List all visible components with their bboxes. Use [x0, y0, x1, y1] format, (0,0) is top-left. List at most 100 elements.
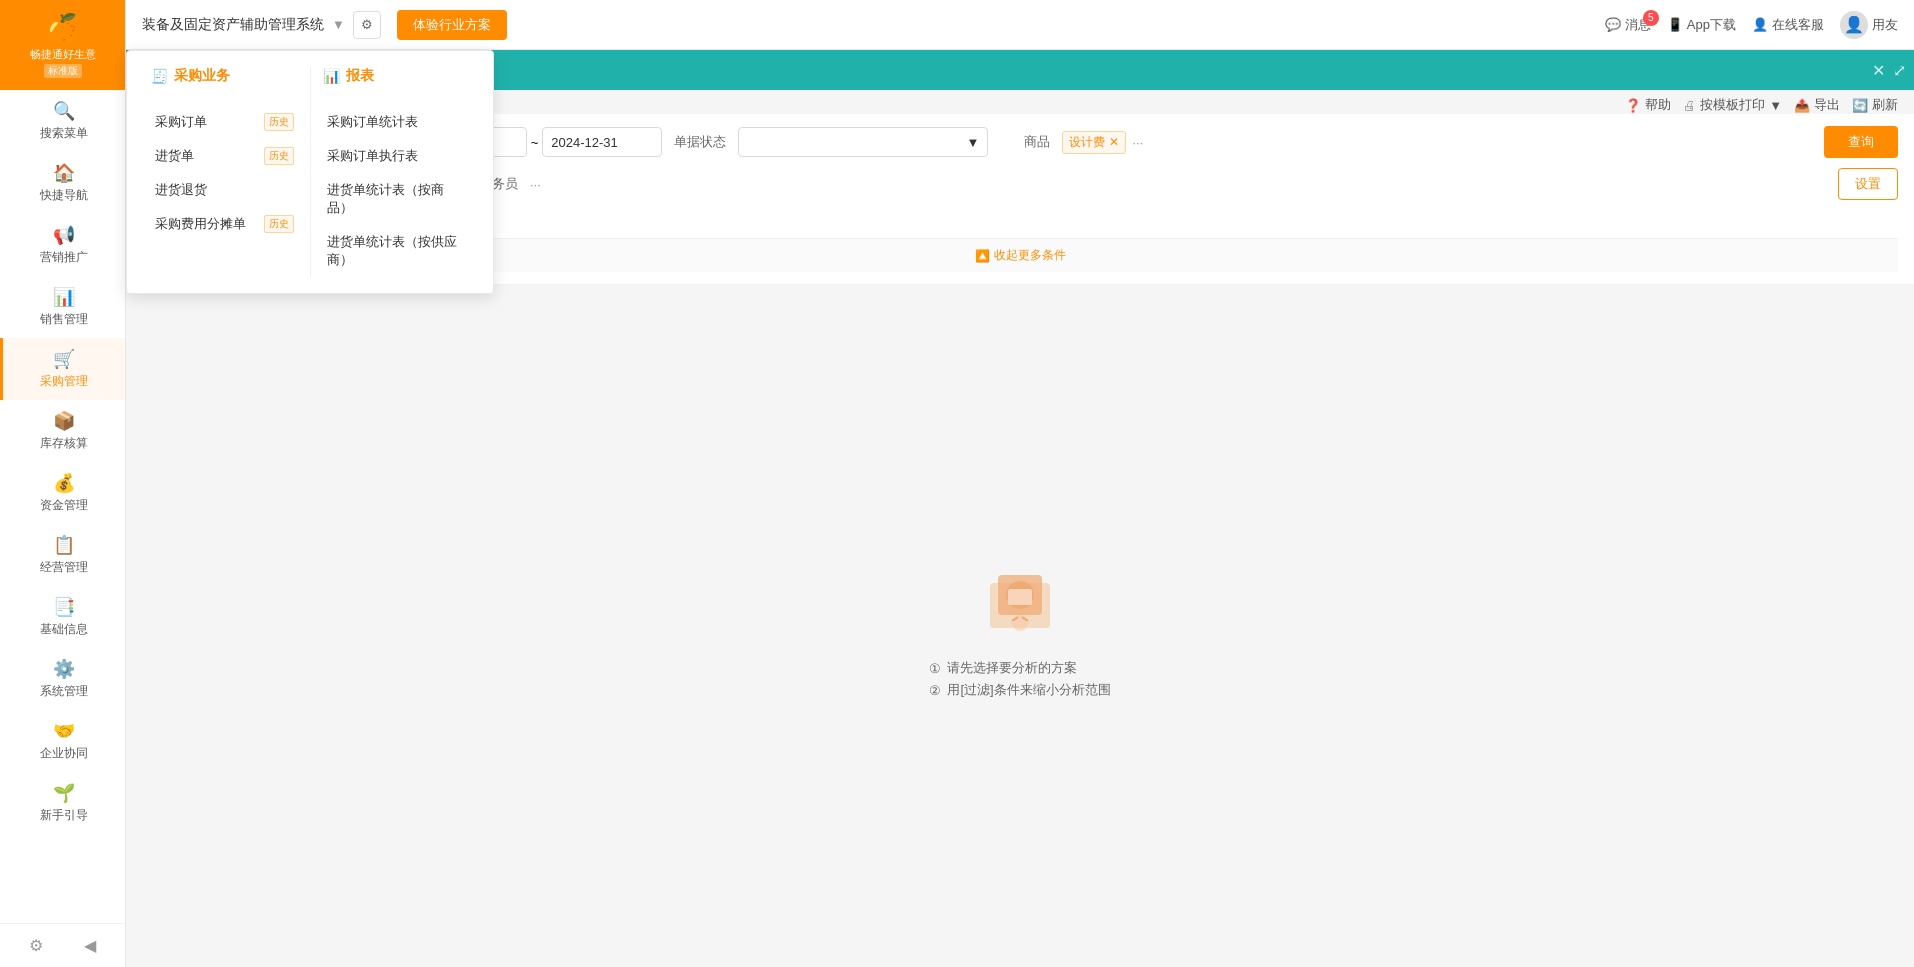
dropdown-item-purchase-expense[interactable]: 采购费用分摊单 历史 — [151, 207, 298, 241]
dropdown-item-inbound-stat-goods[interactable]: 进货单统计表（按商品） — [323, 173, 470, 225]
service-icon: 👤 — [1752, 17, 1768, 32]
inventory-icon: 📦 — [53, 410, 75, 432]
dropdown-item-purchase-order-stat[interactable]: 采购订单统计表 — [323, 105, 470, 139]
help-btn[interactable]: ❓ 帮助 — [1625, 96, 1671, 114]
logo-name: 畅捷通好生意 — [30, 47, 96, 62]
message-icon: 💬 — [1605, 17, 1621, 32]
sidebar-item-guide[interactable]: 🌱 新手引导 — [0, 772, 125, 834]
basic-info-icon: 📑 — [53, 596, 75, 618]
message-badge: 5 — [1643, 10, 1659, 26]
sidebar-item-label: 营销推广 — [40, 249, 88, 266]
topbar-right: 💬 消息 5 📱 App下载 👤 在线客服 👤 用友 — [1605, 11, 1898, 39]
sidebar-settings-btn[interactable]: ⚙ — [29, 936, 43, 955]
query-btn[interactable]: 查询 — [1824, 126, 1898, 158]
sidebar-item-operation[interactable]: 📋 经营管理 — [0, 524, 125, 586]
marketing-icon: 📢 — [53, 224, 75, 246]
industry-btn[interactable]: 体验行业方案 — [397, 10, 507, 40]
goods-label: 商品 — [1000, 133, 1050, 151]
settings-btn[interactable]: 设置 — [1838, 168, 1898, 200]
tab-close-all-btn[interactable]: ✕ — [1872, 61, 1885, 80]
empty-hints: ① 请先选择要分析的方案 ② 用[过滤]条件来缩小分析范围 — [929, 659, 1110, 699]
export-icon: 📤 — [1794, 98, 1810, 113]
dropdown-purchase-col: 🧾 采购业务 采购订单 历史 进货单 历史 进货退货 采购费用分摊单 历史 — [143, 67, 306, 277]
date-end-input[interactable]: 2024-12-31 — [542, 127, 662, 157]
status-select[interactable]: ▼ — [738, 127, 988, 157]
hist-badge: 历史 — [264, 215, 294, 233]
svg-rect-3 — [1008, 589, 1032, 605]
topbar-settings-btn[interactable]: ⚙ — [353, 11, 381, 39]
dropdown-item-label: 进货单 — [155, 147, 194, 165]
capital-icon: 💰 — [53, 472, 75, 494]
dropdown-item-inbound-stat-supplier[interactable]: 进货单统计表（按供应商） — [323, 225, 470, 277]
user-btn[interactable]: 👤 用友 — [1840, 11, 1898, 39]
report-header-label: 报表 — [346, 67, 374, 85]
sidebar-item-quick-nav[interactable]: 🏠 快捷导航 — [0, 152, 125, 214]
export-btn[interactable]: 📤 导出 — [1794, 96, 1840, 114]
sidebar-item-purchase[interactable]: 🛒 采购管理 — [0, 338, 125, 400]
collapse-text: 收起更多条件 — [994, 247, 1066, 264]
dropdown-report-header: 📊 报表 — [323, 67, 470, 93]
goods-tag-close[interactable]: ✕ — [1109, 135, 1119, 149]
sidebar-item-capital[interactable]: 💰 资金管理 — [0, 462, 125, 524]
dropdown-item-label: 进货单统计表（按供应商） — [327, 233, 466, 269]
home-icon: 🏠 — [53, 162, 75, 184]
dropdown-purchase-header: 🧾 采购业务 — [151, 67, 298, 93]
dropdown-item-label: 进货单统计表（按商品） — [327, 181, 466, 217]
print-label: 按模板打印 — [1700, 96, 1765, 114]
tabbar-actions: ✕ ⤢ — [1864, 50, 1914, 90]
operation-icon: 📋 — [53, 534, 75, 556]
print-btn[interactable]: 🖨 按模板打印 ▼ — [1683, 96, 1782, 114]
user-avatar: 👤 — [1840, 11, 1868, 39]
sidebar-item-sales[interactable]: 📊 销售管理 — [0, 276, 125, 338]
dropdown-item-label: 采购费用分摊单 — [155, 215, 246, 233]
goods-more-btn[interactable]: ··· — [1132, 135, 1143, 150]
dropdown-item-inbound-return[interactable]: 进货退货 — [151, 173, 298, 207]
app-download-label: App下载 — [1687, 16, 1736, 34]
salesman-filter-area: ··· — [530, 177, 541, 192]
online-service-btn[interactable]: 👤 在线客服 — [1752, 16, 1824, 34]
sidebar-collapse-btn[interactable]: ◀ — [84, 936, 96, 955]
sidebar-logo: 🍊 畅捷通好生意 标准版 — [0, 0, 125, 90]
status-label: 单据状态 — [674, 133, 726, 151]
dropdown-divider — [310, 67, 311, 277]
topbar: 装备及固定资产辅助管理系统 ▼ ⚙ 体验行业方案 💬 消息 5 📱 App下载 … — [126, 0, 1914, 50]
sidebar-item-inventory[interactable]: 📦 库存核算 — [0, 400, 125, 462]
refresh-icon: 🔄 — [1852, 98, 1868, 113]
sidebar-nav: 🔍 搜索菜单 🏠 快捷导航 📢 营销推广 📊 销售管理 🛒 采购管理 📦 — [0, 90, 125, 923]
dropdown-item-purchase-order[interactable]: 采购订单 历史 — [151, 105, 298, 139]
sidebar-item-system[interactable]: ⚙️ 系统管理 — [0, 648, 125, 710]
hint-text-2: 用[过滤]条件来缩小分析范围 — [947, 681, 1110, 699]
refresh-btn[interactable]: 🔄 刷新 — [1852, 96, 1898, 114]
topbar-arrow-icon: ▼ — [332, 17, 345, 32]
sidebar-item-basic-info[interactable]: 📑 基础信息 — [0, 586, 125, 648]
messages-btn[interactable]: 💬 消息 5 — [1605, 16, 1651, 34]
dropdown-item-purchase-order-exec[interactable]: 采购订单执行表 — [323, 139, 470, 173]
guide-icon: 🌱 — [53, 782, 75, 804]
sidebar-item-label: 资金管理 — [40, 497, 88, 514]
sidebar-item-search[interactable]: 🔍 搜索菜单 — [0, 90, 125, 152]
sidebar-item-label: 新手引导 — [40, 807, 88, 824]
salesman-more-btn[interactable]: ··· — [530, 177, 541, 192]
phone-icon: 📱 — [1667, 17, 1683, 32]
app-download-btn[interactable]: 📱 App下载 — [1667, 16, 1736, 34]
sidebar-item-enterprise[interactable]: 🤝 企业协同 — [0, 710, 125, 772]
settings-btn-area: 设置 — [1838, 168, 1898, 200]
dropdown-item-inbound[interactable]: 进货单 历史 — [151, 139, 298, 173]
status-dropdown-icon: ▼ — [966, 135, 979, 150]
sidebar-item-label: 基础信息 — [40, 621, 88, 638]
dropdown-item-label: 采购订单执行表 — [327, 147, 418, 165]
sidebar-item-label: 库存核算 — [40, 435, 88, 452]
empty-illustration — [970, 553, 1070, 643]
export-label: 导出 — [1814, 96, 1840, 114]
sidebar-item-marketing[interactable]: 📢 营销推广 — [0, 214, 125, 276]
sales-icon: 📊 — [53, 286, 75, 308]
hist-badge: 历史 — [264, 147, 294, 165]
tab-fullscreen-btn[interactable]: ⤢ — [1893, 61, 1906, 80]
refresh-label: 刷新 — [1872, 96, 1898, 114]
help-icon: ❓ — [1625, 98, 1641, 113]
dropdown-item-label: 采购订单统计表 — [327, 113, 418, 131]
dropdown-report-col: 📊 报表 采购订单统计表 采购订单执行表 进货单统计表（按商品） 进货单统计表（… — [315, 67, 478, 277]
sidebar-item-label: 系统管理 — [40, 683, 88, 700]
dropdown-menu: 🧾 采购业务 采购订单 历史 进货单 历史 进货退货 采购费用分摊单 历史 — [126, 50, 494, 294]
sidebar-item-label: 销售管理 — [40, 311, 88, 328]
